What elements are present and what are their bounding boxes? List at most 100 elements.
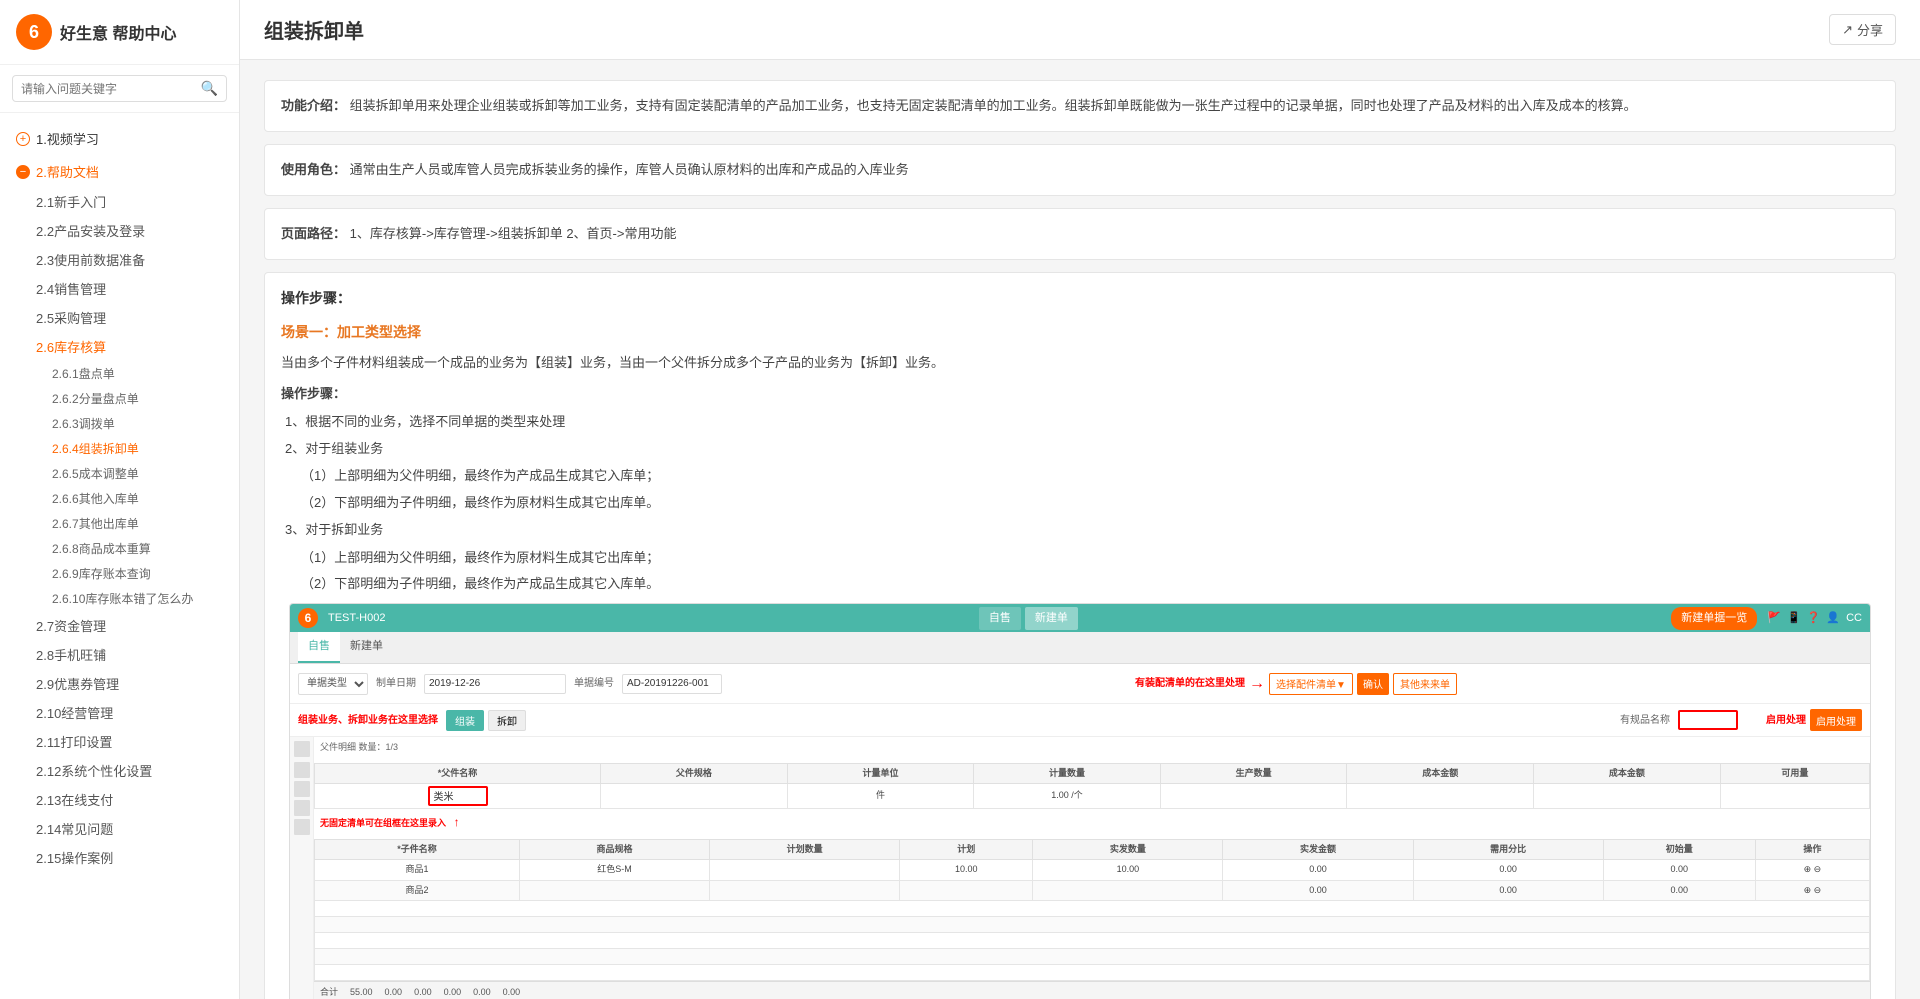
parent-name-input[interactable]	[428, 786, 488, 806]
sidebar-item-video-label: 1.视频学习	[36, 129, 99, 148]
parent-row-unit: 件	[787, 783, 974, 808]
mini-top-icons: 🚩 📱 ❓ 👤 CC	[1767, 609, 1862, 628]
sidebar-item-other-in[interactable]: 2.6.6其他入库单	[36, 486, 239, 511]
mini-btn-disassembly[interactable]: 拆卸	[488, 710, 526, 731]
sidebar-item-management[interactable]: 2.10经营管理	[20, 698, 239, 727]
sidebar-item-personalize[interactable]: 2.12系统个性化设置	[20, 756, 239, 785]
parent-col-unit: 计量单位	[787, 763, 974, 783]
child-r1-name: 商品1	[315, 860, 520, 880]
mini-handle-btn[interactable]: 启用处理	[1810, 709, 1862, 731]
child-col-op: 操作	[1755, 839, 1869, 859]
child-r1-init: 0.00	[1603, 860, 1755, 880]
step3: 3、对于拆卸业务	[281, 518, 1879, 541]
share-button[interactable]: ↗ 分享	[1829, 14, 1896, 45]
sidebar-item-video[interactable]: + 1.视频学习	[0, 123, 239, 154]
mini-type-btns: 组装 拆卸	[446, 710, 526, 731]
child-col-planqty: 计划数量	[710, 839, 900, 859]
step3-sub2: （2）下部明细为子件明细，最终作为产成品生成其它入库单。	[301, 572, 1879, 595]
sidebar-item-install[interactable]: 2.2产品安装及登录	[20, 216, 239, 245]
logo-text: 好生意 帮助中心	[60, 20, 176, 44]
parent-col-qty: 计量数量	[974, 763, 1161, 783]
mini-tab-new[interactable]: 新建单	[1025, 607, 1078, 630]
footer-total-label: 合计	[320, 985, 338, 999]
mini-tab-main[interactable]: 自售	[298, 632, 340, 663]
mini-icon-flag: 🚩	[1767, 609, 1781, 628]
mini-type-select[interactable]: 单据类型	[298, 673, 368, 695]
sidebar-item-stock-fix[interactable]: 2.6.10库存账本错了怎么办	[36, 586, 239, 611]
child-row-3	[315, 900, 1870, 916]
child-r1-ratio: 0.00	[1413, 860, 1603, 880]
sidebar-item-assembly[interactable]: 2.6.4组装拆卸单	[36, 436, 239, 461]
mini-top-tabs: 自售 新建单	[395, 607, 1661, 630]
sidebar-item-newbie[interactable]: 2.1新手入门	[20, 187, 239, 216]
sidebar-item-finance[interactable]: 2.7资金管理	[20, 611, 239, 640]
sidebar-item-payment[interactable]: 2.13在线支付	[20, 785, 239, 814]
search-input[interactable]	[21, 82, 201, 96]
sidebar-item-docs-label: 2.帮助文档	[36, 162, 99, 181]
footer-val5: 0.00	[473, 985, 491, 999]
feature-intro-block: 功能介绍： 组装拆卸单用来处理企业组装或拆卸等加工业务，支持有固定装配清单的产品…	[264, 80, 1896, 132]
search-icon[interactable]: 🔍	[201, 80, 218, 97]
sidebar-item-faq[interactable]: 2.14常见问题	[20, 814, 239, 843]
mini-handle-annotation: 启用处理	[1766, 712, 1806, 729]
child-r2-spec	[519, 880, 709, 900]
mini-tab-self[interactable]: 自售	[979, 607, 1021, 630]
mini-date-input[interactable]	[424, 674, 566, 694]
parent-row-qty: 1.00 /个	[974, 783, 1161, 808]
nav-section-docs: − 2.帮助文档 2.1新手入门 2.2产品安装及登录 2.3使用前数据准备 2…	[0, 156, 239, 872]
mini-icon-app: 📱	[1787, 609, 1801, 628]
scene1-desc: 当由多个子件材料组装成一个成品的业务为【组装】业务，当由一个父件拆分成多个子产品…	[281, 351, 1879, 374]
sidebar-item-coupon[interactable]: 2.9优惠券管理	[20, 669, 239, 698]
mini-table-area: 父件明细 数量：1/3 *父件名称 父件规格 计量单位 计量数量 生产数量	[290, 737, 1870, 999]
child-r2-name: 商品2	[315, 880, 520, 900]
mini-process-btn[interactable]: 选择配件清单▼	[1269, 673, 1353, 695]
sidebar-item-stocktake[interactable]: 2.6.1盘点单	[36, 361, 239, 386]
sidebar-item-cost-adjust[interactable]: 2.6.5成本调整单	[36, 461, 239, 486]
child-col-plan: 计划	[900, 839, 1033, 859]
sidebar-item-cost-recalc[interactable]: 2.6.8商品成本重算	[36, 536, 239, 561]
mini-billno-input[interactable]	[622, 674, 722, 694]
mini-nofixed-annotation: 无固定清单可在组框在这里录入	[320, 818, 446, 828]
parent-col-name: *父件名称	[315, 763, 601, 783]
sidebar-item-inventory[interactable]: 2.6库存核算	[20, 332, 239, 361]
sidebar-item-mobile[interactable]: 2.8手机旺铺	[20, 640, 239, 669]
sidebar-item-dataprep[interactable]: 2.3使用前数据准备	[20, 245, 239, 274]
mini-process-area: 有装配清单的在这里处理 → 选择配件清单▼ 确认 其他来来单	[730, 670, 1862, 697]
sidebar-item-transfer[interactable]: 2.6.3调拨单	[36, 411, 239, 436]
sidebar-item-docs[interactable]: − 2.帮助文档	[0, 156, 239, 187]
sidebar-item-print[interactable]: 2.11打印设置	[20, 727, 239, 756]
mini-confirm-btn[interactable]: 确认	[1357, 673, 1389, 695]
step1: 1、根据不同的业务，选择不同单据的类型来处理	[281, 410, 1879, 433]
mini-batch-input[interactable]	[1678, 710, 1738, 730]
sidebar-item-stock-query[interactable]: 2.6.9库存账本查询	[36, 561, 239, 586]
sidebar-item-other-out[interactable]: 2.6.7其他出库单	[36, 511, 239, 536]
parent-col-cost1: 成本金额	[1347, 763, 1534, 783]
path-block: 页面路径： 1、库存核算->库存管理->组装拆卸单 2、首页->常用功能	[264, 208, 1896, 260]
mini-tab-new2[interactable]: 新建单	[340, 632, 393, 663]
child-row-5	[315, 932, 1870, 948]
sidebar-item-purchase[interactable]: 2.5采购管理	[20, 303, 239, 332]
child-row-2: 商品2 0.00 0.00 0.00 ⊕ ⊖	[315, 880, 1870, 900]
mini-btn-assembly[interactable]: 组装	[446, 710, 484, 731]
footer-val1: 55.00	[350, 985, 373, 999]
mini-footer: 合计 55.00 0.00 0.00 0.00 0.00 0.00	[314, 981, 1870, 999]
mini-window-title: TEST-H002	[328, 609, 385, 628]
child-col-init: 初始量	[1603, 839, 1755, 859]
steps-title: 操作步骤：	[281, 287, 1879, 311]
child-r2-planqty	[710, 880, 900, 900]
mini-new-btn[interactable]: 新建单据一览	[1671, 607, 1757, 630]
role-block: 使用角色： 通常由生产人员或库管人员完成拆装业务的操作，库管人员确认原材料的出库…	[264, 144, 1896, 196]
path-text: 1、库存核算->库存管理->组装拆卸单 2、首页->常用功能	[350, 226, 677, 241]
parent-row-cost1	[1347, 783, 1534, 808]
nav-section-video: + 1.视频学习	[0, 123, 239, 154]
sidebar-item-portion-stocktake[interactable]: 2.6.2分量盘点单	[36, 386, 239, 411]
screenshot-wrapper: 6 TEST-H002 自售 新建单 新建单据一览 🚩 📱 ❓ 👤 CC	[281, 603, 1879, 999]
sidebar-item-sales[interactable]: 2.4销售管理	[20, 274, 239, 303]
nav-sub-inventory: 2.6.1盘点单 2.6.2分量盘点单 2.6.3调拨单 2.6.4组装拆卸单 …	[20, 361, 239, 611]
mini-tab-bar: 自售 新建单	[290, 632, 1870, 664]
mini-parent-label: 父件明细 数量：1/3	[314, 737, 1870, 758]
mini-other-btn[interactable]: 其他来来单	[1393, 673, 1457, 695]
expand-icon-video: +	[16, 132, 30, 146]
sidebar-item-cases[interactable]: 2.15操作案例	[20, 843, 239, 872]
child-r2-init: 0.00	[1603, 880, 1755, 900]
